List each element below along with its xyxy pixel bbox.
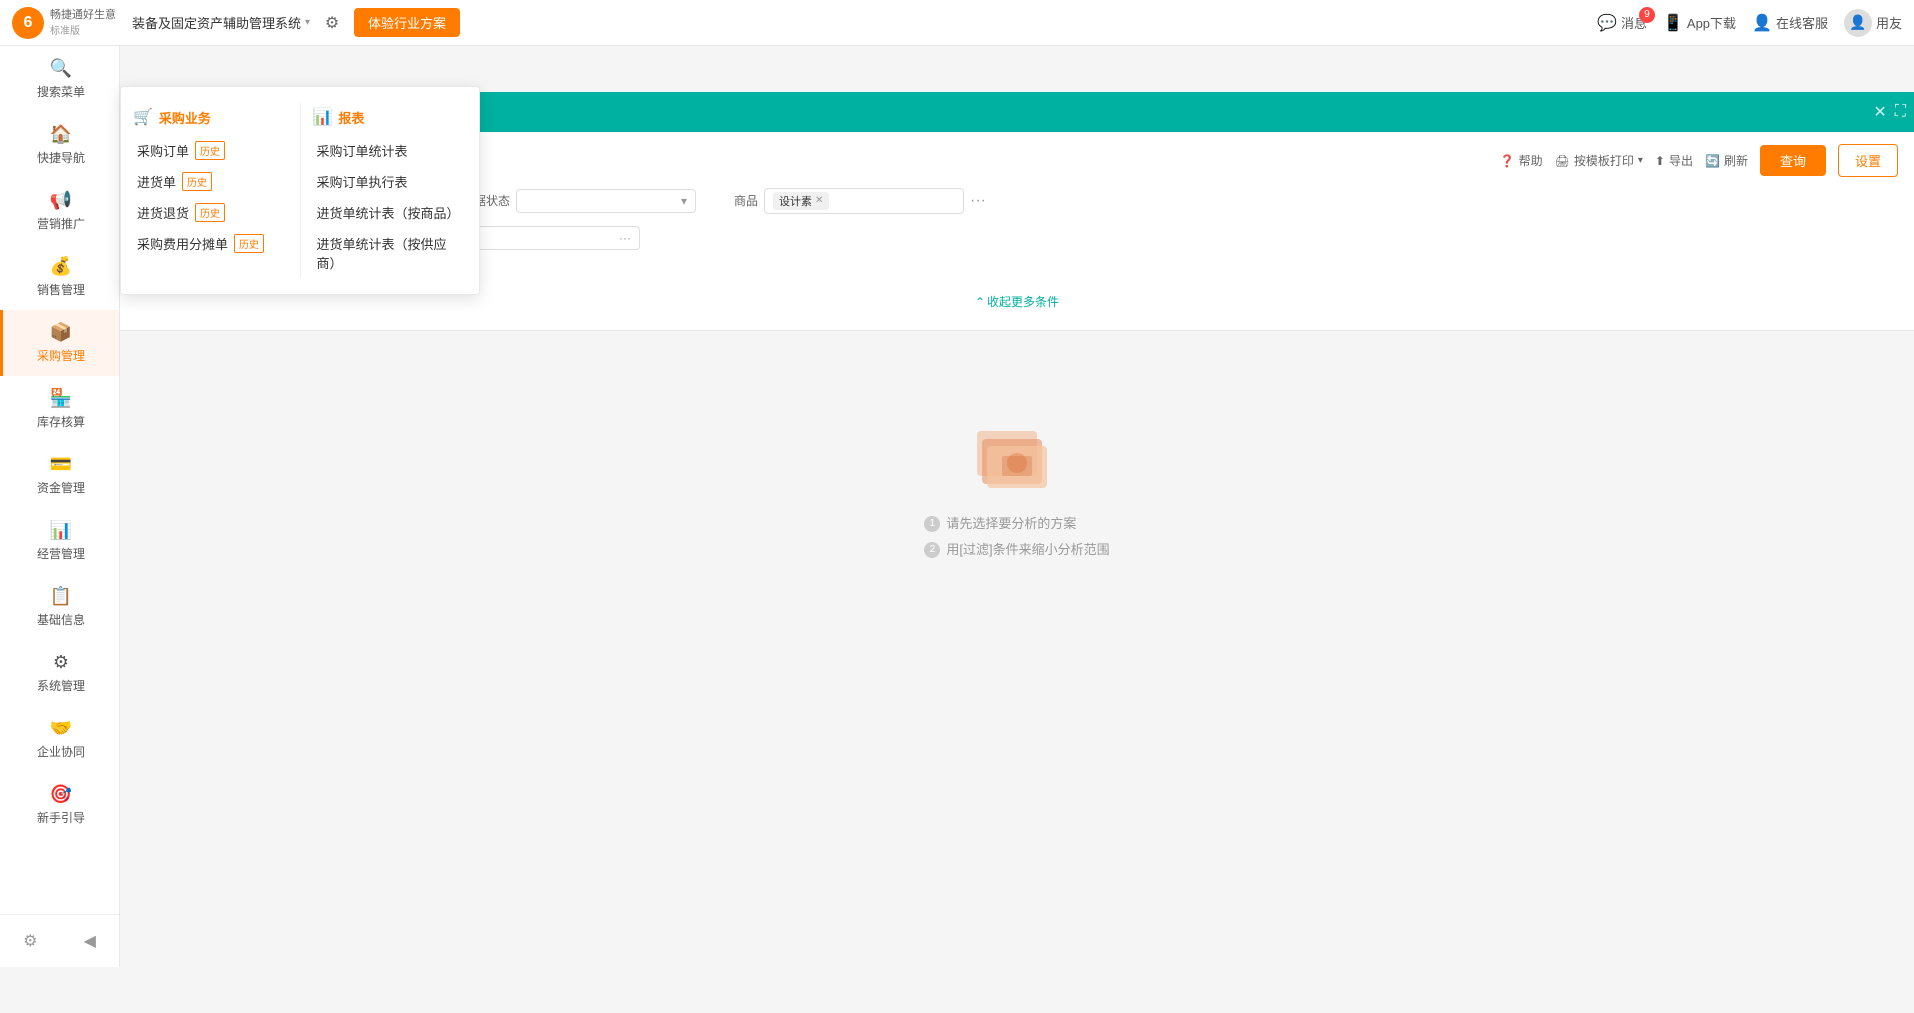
dropdown-purchase-col: 🛒 采购业务 采购订单 历史 进货单 历史 进货退货 历史 采购费用分摊单 历史 [121, 103, 300, 278]
message-badge: 9 [1639, 7, 1655, 23]
refresh-icon: 🔄 [1705, 154, 1720, 168]
dropdown-item-purchase-return[interactable]: 进货退货 历史 [133, 197, 288, 228]
logo-text: 畅捷通好生意 标准版 [50, 8, 116, 37]
doc-status-input[interactable]: ▾ [516, 189, 696, 213]
tab-actions: ✕ ⛶ [1873, 102, 1906, 122]
sidebar-item-sales[interactable]: 💰 销售管理 [0, 244, 119, 310]
tab-close-button[interactable]: ✕ [1873, 102, 1886, 122]
newbie-icon: 🎯 [50, 784, 72, 805]
report-menu-icon: 📊 [313, 107, 333, 127]
export-icon: ⬆ [1655, 154, 1665, 168]
app-download-button[interactable]: 📱 App下载 [1663, 13, 1736, 33]
search-icon: 🔍 [50, 58, 72, 79]
sidebar-item-newbie[interactable]: 🎯 新手引导 [0, 772, 119, 838]
salesperson-more-icon: ··· [619, 231, 631, 245]
sidebar-item-marketing[interactable]: 📢 营销推广 [0, 178, 119, 244]
chevron-down-icon[interactable]: ▾ [305, 17, 310, 28]
system-title: 装备及固定资产辅助管理系统 ▾ [132, 13, 310, 32]
doc-status-filter: 单据状态 ▾ [460, 189, 696, 213]
help-icon: ❓ [1500, 154, 1515, 168]
export-button[interactable]: ⬆ 导出 [1655, 152, 1693, 169]
dropdown-item-order-stat[interactable]: 采购订单统计表 [313, 135, 468, 166]
enterprise-icon: 🤝 [50, 718, 72, 739]
operation-icon: 📊 [50, 520, 72, 541]
print-button[interactable]: 🖨 按模板打印 ▾ [1555, 152, 1643, 169]
goods-tag-close-icon[interactable]: ✕ [815, 195, 823, 206]
goods-more-button[interactable]: ··· [970, 192, 986, 210]
dropdown-item-receive-goods[interactable]: 进货单统计表（按商品） [313, 197, 468, 228]
basic-icon: 📋 [50, 586, 72, 607]
online-service-button[interactable]: 👤 在线客服 [1752, 13, 1828, 33]
history-badge-4: 历史 [234, 234, 264, 253]
sidebar-item-enterprise[interactable]: 🤝 企业协同 [0, 706, 119, 772]
sidebar: 🔍 搜索菜单 🏠 快捷导航 📢 营销推广 💰 销售管理 📦 采购管理 🏪 库存核… [0, 46, 120, 967]
refresh-button[interactable]: 🔄 刷新 [1705, 152, 1748, 169]
sales-icon: 💰 [50, 256, 72, 277]
sidebar-item-finance[interactable]: 💳 资金管理 [0, 442, 119, 508]
sidebar-item-purchase[interactable]: 📦 采购管理 [0, 310, 119, 376]
purchase-menu-icon: 🛒 [133, 107, 153, 127]
dropdown-menu: 🛒 采购业务 采购订单 历史 进货单 历史 进货退货 历史 采购费用分摊单 历史 [120, 86, 480, 295]
help-button[interactable]: ❓ 帮助 [1500, 152, 1543, 169]
service-icon: 👤 [1752, 13, 1772, 33]
dropdown-report-col: 📊 报表 采购订单统计表 采购订单执行表 进货单统计表（按商品） 进货单统计表（… [300, 103, 480, 278]
print-icon: 🖨 [1555, 154, 1570, 168]
dropdown-item-purchase-receive[interactable]: 进货单 历史 [133, 166, 288, 197]
goods-filter: 商品 设计素 ✕ ··· [708, 188, 986, 214]
logo-icon: 6 [12, 7, 44, 39]
print-chevron-icon: ▾ [1638, 155, 1643, 166]
empty-state: 1 请先选择要分析的方案 2 用[过滤]条件来缩小分析范围 [120, 331, 1914, 643]
industry-button[interactable]: 体验行业方案 [354, 8, 460, 37]
logo-area: 6 畅捷通好生意 标准版 [12, 7, 132, 39]
sidebar-item-quick-nav[interactable]: 🏠 快捷导航 [0, 112, 119, 178]
sidebar-bottom: ⚙ ◀ [0, 914, 119, 967]
settings-filter-button[interactable]: 设置 [1838, 144, 1898, 177]
dropdown-item-purchase-order[interactable]: 采购订单 历史 [133, 135, 288, 166]
header-right: 💬 消息 9 📱 App下载 👤 在线客服 👤 用友 [1597, 9, 1902, 37]
goods-tag: 设计素 ✕ [773, 192, 829, 210]
dropdown-columns: 🛒 采购业务 采购订单 历史 进货单 历史 进货退货 历史 采购费用分摊单 历史 [121, 95, 479, 286]
query-button[interactable]: 查询 [1760, 145, 1826, 176]
message-icon: 💬 [1597, 13, 1617, 33]
dropdown-item-receive-supplier[interactable]: 进货单统计表（按供应商） [313, 228, 468, 278]
header-nav: 装备及固定资产辅助管理系统 ▾ ⚙ 体验行业方案 [132, 8, 1597, 37]
dropdown-item-purchase-expense[interactable]: 采购费用分摊单 历史 [133, 228, 288, 259]
collapse-button[interactable]: ⌃ 收起更多条件 [975, 293, 1059, 310]
dropdown-item-order-exec[interactable]: 采购订单执行表 [313, 166, 468, 197]
settings-button[interactable]: ⚙ [318, 9, 346, 37]
dropdown-purchase-header: 🛒 采购业务 [133, 103, 288, 135]
marketing-icon: 📢 [50, 190, 72, 211]
inventory-icon: 🏪 [50, 388, 72, 409]
user-avatar: 👤 [1844, 9, 1872, 37]
dropdown-report-header: 📊 报表 [313, 103, 468, 135]
system-icon: ⚙ [53, 652, 69, 673]
top-header: 6 畅捷通好生意 标准版 装备及固定资产辅助管理系统 ▾ ⚙ 体验行业方案 💬 … [0, 0, 1914, 46]
user-menu-button[interactable]: 👤 用友 [1844, 9, 1902, 37]
message-button[interactable]: 💬 消息 9 [1597, 13, 1647, 33]
empty-illustration [967, 411, 1067, 491]
goods-tag-area[interactable]: 设计素 ✕ [764, 188, 964, 214]
collapse-sidebar-button[interactable]: ◀ [78, 925, 102, 957]
finance-icon: 💳 [50, 454, 72, 475]
bottom-settings-button[interactable]: ⚙ [17, 925, 43, 957]
sidebar-item-basic[interactable]: 📋 基础信息 [0, 574, 119, 640]
phone-icon: 📱 [1663, 13, 1683, 33]
history-badge-3: 历史 [195, 203, 225, 222]
tab-expand-button[interactable]: ⛶ [1895, 102, 1906, 122]
collapse-up-icon: ⌃ [975, 295, 985, 309]
history-badge: 历史 [195, 141, 225, 160]
purchase-icon: 📦 [50, 322, 72, 343]
sidebar-item-inventory[interactable]: 🏪 库存核算 [0, 376, 119, 442]
doc-status-arrow-icon: ▾ [681, 194, 687, 208]
home-icon: 🏠 [50, 124, 72, 145]
sidebar-item-operation[interactable]: 📊 经营管理 [0, 508, 119, 574]
empty-hint: 1 请先选择要分析的方案 2 用[过滤]条件来缩小分析范围 [924, 511, 1109, 563]
sidebar-item-system[interactable]: ⚙ 系统管理 [0, 640, 119, 706]
sidebar-item-search[interactable]: 🔍 搜索菜单 [0, 46, 119, 112]
history-badge-2: 历史 [182, 172, 212, 191]
